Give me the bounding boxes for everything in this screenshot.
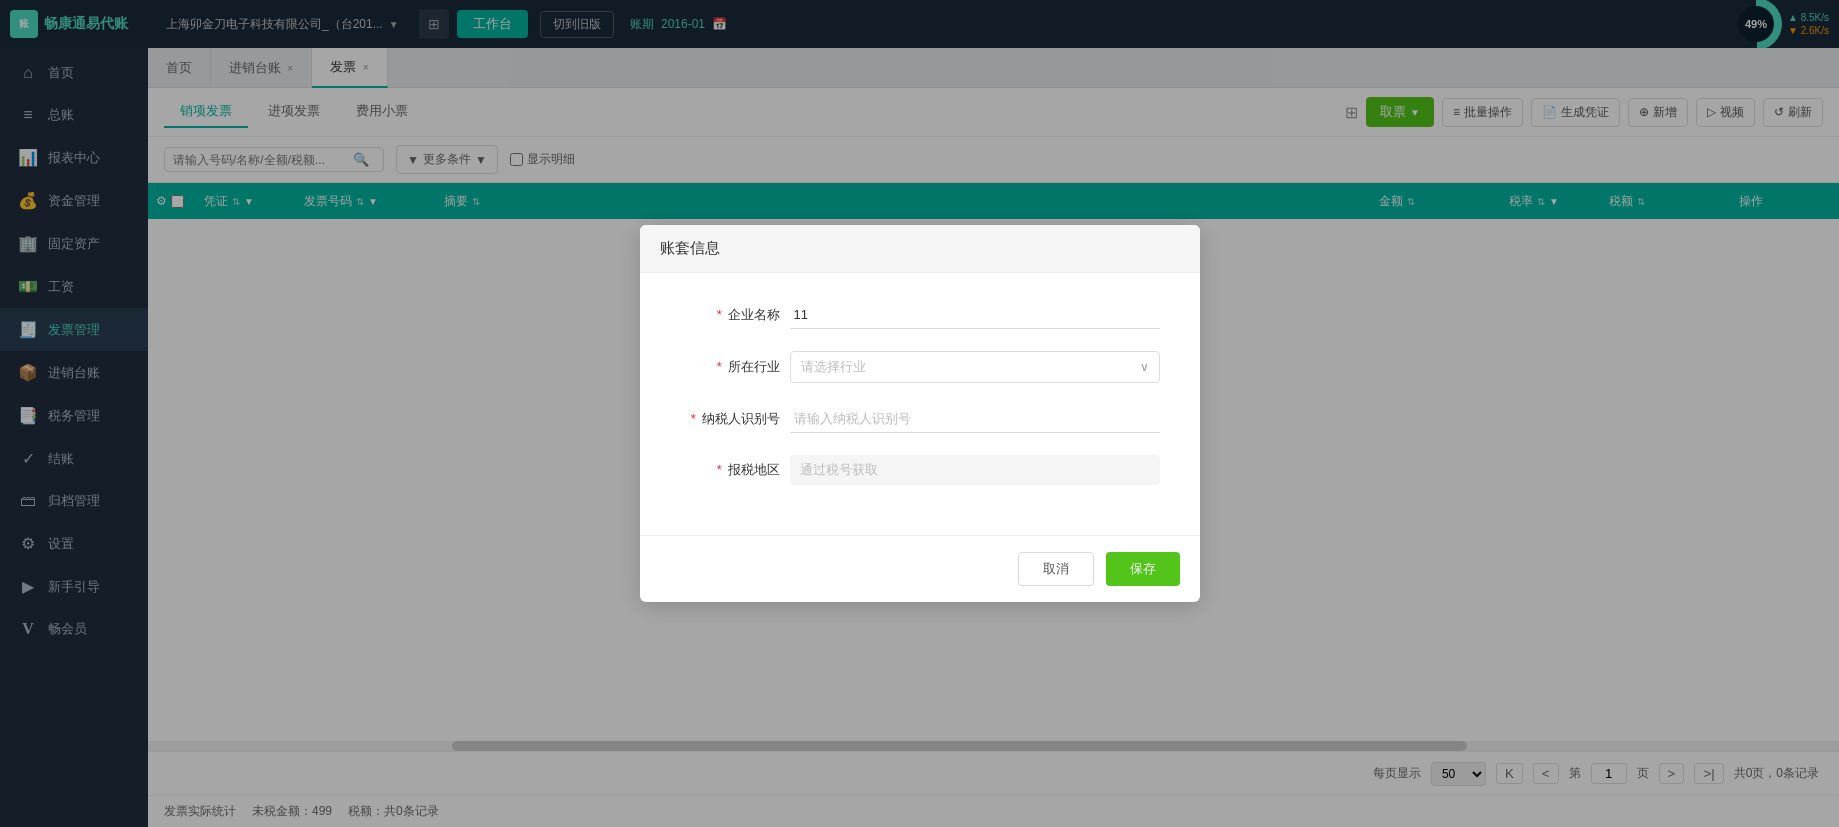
industry-placeholder: 请选择行业 [801,358,866,376]
taxregion-readonly: 通过税号获取 [790,455,1160,485]
dialog-overlay: 账套信息 * 企业名称 * 所在行业 请选择行业 ∨ [0,0,1839,827]
form-row-industry: * 所在行业 请选择行业 ∨ [680,351,1160,383]
taxregion-label: * 报税地区 [680,461,790,479]
dialog-title: 账套信息 [660,239,720,256]
industry-select[interactable]: 请选择行业 ∨ [790,351,1160,383]
dialog-footer: 取消 保存 [640,535,1200,602]
industry-label: * 所在行业 [680,358,790,376]
account-dialog: 账套信息 * 企业名称 * 所在行业 请选择行业 ∨ [640,225,1200,602]
save-button[interactable]: 保存 [1106,552,1180,586]
form-row-taxid: * 纳税人识别号 [680,405,1160,433]
cancel-button[interactable]: 取消 [1018,552,1094,586]
form-row-company: * 企业名称 [680,301,1160,329]
dialog-body: * 企业名称 * 所在行业 请选择行业 ∨ * [640,273,1200,535]
dialog-header: 账套信息 [640,225,1200,273]
company-name-label: * 企业名称 [680,306,790,324]
taxregion-placeholder: 通过税号获取 [800,462,878,477]
taxid-input[interactable] [790,405,1160,433]
industry-dropdown-icon: ∨ [1140,360,1149,374]
taxid-label: * 纳税人识别号 [680,410,790,428]
form-row-taxregion: * 报税地区 通过税号获取 [680,455,1160,485]
company-name-input[interactable] [790,301,1160,329]
